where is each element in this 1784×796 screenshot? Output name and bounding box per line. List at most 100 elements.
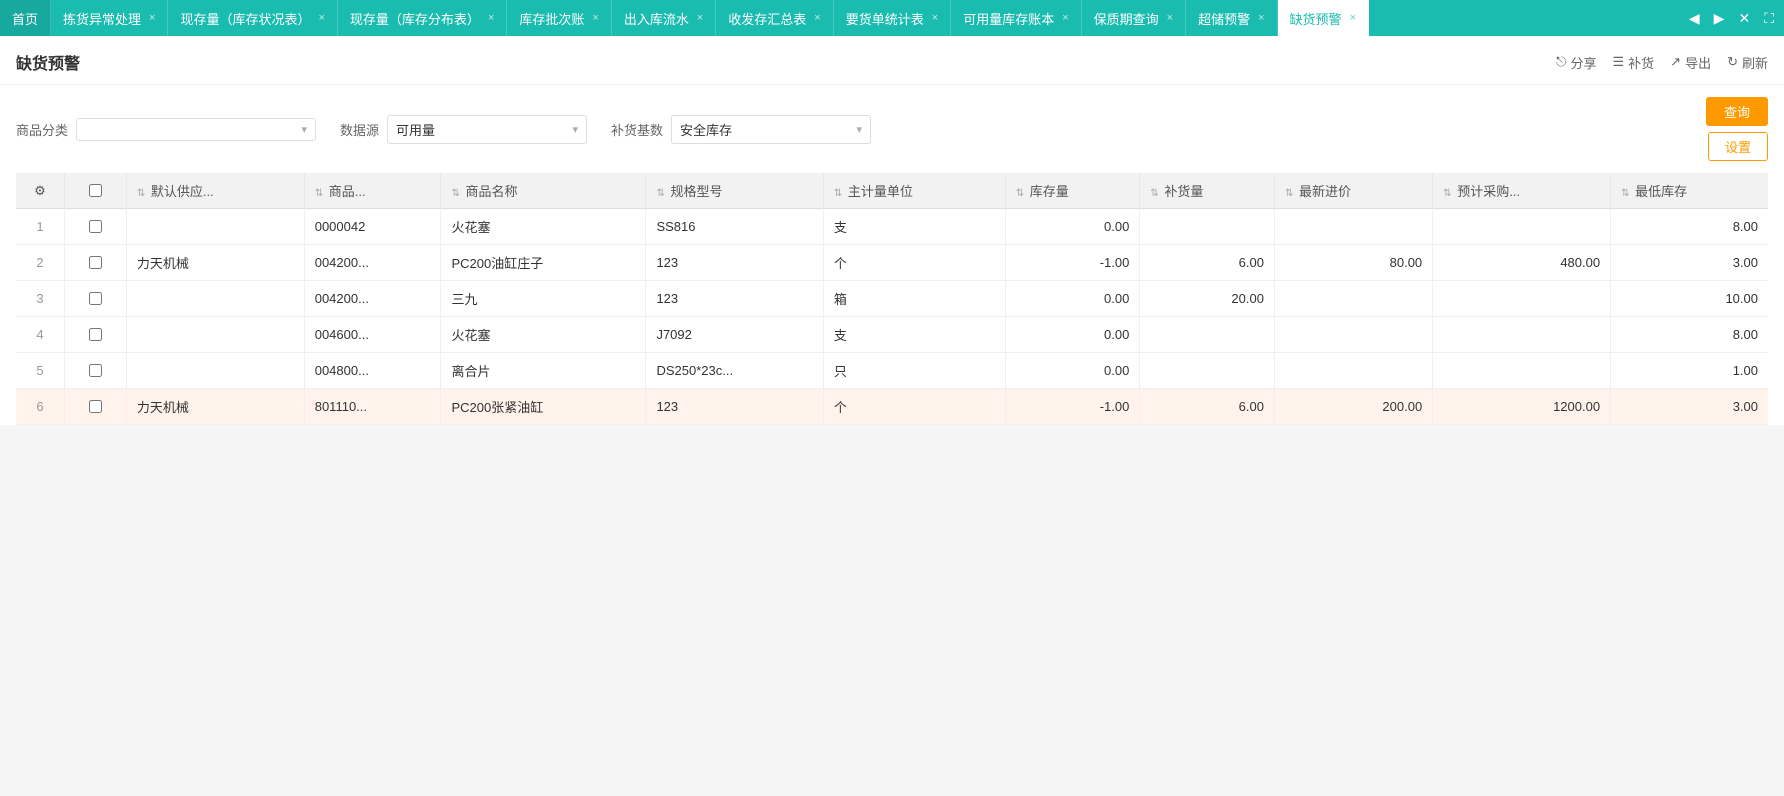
tab-close-all-button[interactable]: ✕ bbox=[1732, 8, 1756, 29]
row-unit: 支 bbox=[823, 317, 1005, 353]
row-spec: DS250*23c... bbox=[646, 353, 823, 389]
row-unit: 只 bbox=[823, 353, 1005, 389]
select-all-checkbox[interactable] bbox=[89, 184, 102, 197]
tab-shortage[interactable]: 缺货预警 × bbox=[1278, 0, 1369, 36]
row-spec: 123 bbox=[646, 389, 823, 425]
th-replenish[interactable]: ⇅ 补货量 bbox=[1140, 173, 1275, 209]
tab-expand-button[interactable]: ⛶ bbox=[1758, 8, 1780, 29]
tab-close-icon[interactable]: × bbox=[149, 12, 155, 24]
row-spec: SS816 bbox=[646, 209, 823, 245]
tab-close-icon[interactable]: × bbox=[592, 12, 598, 24]
row-replenish: 6.00 bbox=[1140, 389, 1275, 425]
th-stock[interactable]: ⇅ 库存量 bbox=[1005, 173, 1140, 209]
tab-summary[interactable]: 收发存汇总表 × bbox=[716, 0, 833, 36]
tab-order-stats[interactable]: 要货单统计表 × bbox=[834, 0, 951, 36]
th-checkbox bbox=[65, 173, 127, 209]
tab-close-icon[interactable]: × bbox=[1350, 12, 1356, 24]
tab-bar: 首页 拣货异常处理 × 现存量（库存状况表） × 现存量（库存分布表） × 库存… bbox=[0, 0, 1784, 36]
tab-close-icon[interactable]: × bbox=[932, 12, 938, 24]
th-name[interactable]: ⇅ 商品名称 bbox=[441, 173, 646, 209]
category-dropdown-icon: ▾ bbox=[301, 123, 307, 136]
row-supplier: 力天机械 bbox=[126, 245, 304, 281]
settings-button[interactable]: 设置 bbox=[1708, 132, 1768, 161]
refresh-button[interactable]: ↻ 刷新 bbox=[1727, 53, 1768, 72]
export-button[interactable]: ↗ 导出 bbox=[1670, 53, 1711, 72]
base-filter-label: 补货基数 bbox=[611, 120, 663, 139]
tab-overstock[interactable]: 超储预警 × bbox=[1186, 0, 1277, 36]
th-est-purchase[interactable]: ⇅ 预计采购... bbox=[1433, 173, 1611, 209]
tab-close-icon[interactable]: × bbox=[488, 12, 494, 24]
tab-close-icon[interactable]: × bbox=[814, 12, 820, 24]
datasource-select[interactable]: 可用量 ▾ bbox=[387, 115, 587, 144]
row-index: 4 bbox=[16, 317, 65, 353]
tab-prev-button[interactable]: ◀ bbox=[1683, 8, 1706, 29]
row-supplier bbox=[126, 353, 304, 389]
sort-icon: ⇅ bbox=[137, 188, 145, 199]
tab-home[interactable]: 首页 bbox=[0, 0, 51, 36]
row-index: 3 bbox=[16, 281, 65, 317]
th-supplier[interactable]: ⇅ 默认供应... bbox=[126, 173, 304, 209]
row-checkbox[interactable] bbox=[89, 220, 102, 233]
tab-picking-exception[interactable]: 拣货异常处理 × bbox=[51, 0, 168, 36]
th-spec[interactable]: ⇅ 规格型号 bbox=[646, 173, 823, 209]
row-stock: -1.00 bbox=[1005, 245, 1140, 281]
th-code[interactable]: ⇅ 商品... bbox=[304, 173, 441, 209]
base-filter-group: 补货基数 安全库存 ▾ bbox=[611, 115, 871, 144]
tab-close-icon[interactable]: × bbox=[318, 12, 324, 24]
sort-icon: ⇅ bbox=[1621, 188, 1629, 199]
row-unit: 个 bbox=[823, 389, 1005, 425]
row-min-stock: 3.00 bbox=[1611, 389, 1768, 425]
row-stock: 0.00 bbox=[1005, 317, 1140, 353]
table-row: 1 0000042 火花塞 SS816 支 0.00 8.00 bbox=[16, 209, 1768, 245]
replenish-button[interactable]: ☰ 补货 bbox=[1612, 53, 1654, 72]
th-unit[interactable]: ⇅ 主计量单位 bbox=[823, 173, 1005, 209]
table-row: 5 004800... 离合片 DS250*23c... 只 0.00 1.00 bbox=[16, 353, 1768, 389]
tab-stock-distribution[interactable]: 现存量（库存分布表） × bbox=[338, 0, 507, 36]
row-spec: 123 bbox=[646, 281, 823, 317]
row-latest-price bbox=[1274, 317, 1432, 353]
row-checkbox[interactable] bbox=[89, 400, 102, 413]
category-select[interactable]: ▾ bbox=[76, 118, 316, 141]
tab-close-icon[interactable]: × bbox=[1062, 12, 1068, 24]
row-name: PC200张紧油缸 bbox=[441, 389, 646, 425]
th-settings[interactable]: ⚙ bbox=[16, 173, 65, 209]
row-checkbox[interactable] bbox=[89, 328, 102, 341]
tab-next-button[interactable]: ▶ bbox=[1708, 8, 1731, 29]
row-supplier: 力天机械 bbox=[126, 389, 304, 425]
row-checkbox-cell bbox=[65, 209, 127, 245]
row-checkbox[interactable] bbox=[89, 256, 102, 269]
sort-icon: ⇅ bbox=[1150, 188, 1158, 199]
tab-batch-account[interactable]: 库存批次账 × bbox=[507, 0, 611, 36]
share-button[interactable]: ⎋ 分享 bbox=[1556, 53, 1596, 72]
row-checkbox[interactable] bbox=[89, 364, 102, 377]
settings-gear-icon[interactable]: ⚙ bbox=[26, 183, 54, 199]
tab-flow[interactable]: 出入库流水 × bbox=[612, 0, 716, 36]
page-title: 缺货预警 bbox=[16, 50, 80, 74]
tab-available-ledger[interactable]: 可用量库存账本 × bbox=[951, 0, 1081, 36]
filter-actions: 查询 设置 bbox=[1706, 97, 1768, 161]
base-dropdown-icon: ▾ bbox=[857, 123, 863, 136]
tab-stock-status[interactable]: 现存量（库存状况表） × bbox=[168, 0, 337, 36]
row-unit: 个 bbox=[823, 245, 1005, 281]
row-latest-price: 80.00 bbox=[1274, 245, 1432, 281]
table-header-row: ⚙ ⇅ 默认供应... ⇅ 商品... ⇅ 商品名称 bbox=[16, 173, 1768, 209]
row-checkbox[interactable] bbox=[89, 292, 102, 305]
row-code: 0000042 bbox=[304, 209, 441, 245]
tab-close-icon[interactable]: × bbox=[697, 12, 703, 24]
tab-quality-date[interactable]: 保质期查询 × bbox=[1082, 0, 1186, 36]
th-latest-price[interactable]: ⇅ 最新进价 bbox=[1274, 173, 1432, 209]
row-name: 离合片 bbox=[441, 353, 646, 389]
query-button[interactable]: 查询 bbox=[1706, 97, 1768, 126]
row-index: 2 bbox=[16, 245, 65, 281]
tab-close-icon[interactable]: × bbox=[1167, 12, 1173, 24]
row-est-purchase bbox=[1433, 209, 1611, 245]
row-latest-price bbox=[1274, 281, 1432, 317]
base-select[interactable]: 安全库存 ▾ bbox=[671, 115, 871, 144]
row-stock: -1.00 bbox=[1005, 389, 1140, 425]
data-table: ⚙ ⇅ 默认供应... ⇅ 商品... ⇅ 商品名称 bbox=[16, 173, 1768, 425]
tab-close-icon[interactable]: × bbox=[1258, 12, 1264, 24]
replenish-icon: ☰ bbox=[1612, 54, 1624, 70]
th-min-stock[interactable]: ⇅ 最低库存 bbox=[1611, 173, 1768, 209]
row-est-purchase: 1200.00 bbox=[1433, 389, 1611, 425]
content-area: 缺货预警 ⎋ 分享 ☰ 补货 ↗ 导出 ↻ 刷新 商品分类 bbox=[0, 36, 1784, 425]
